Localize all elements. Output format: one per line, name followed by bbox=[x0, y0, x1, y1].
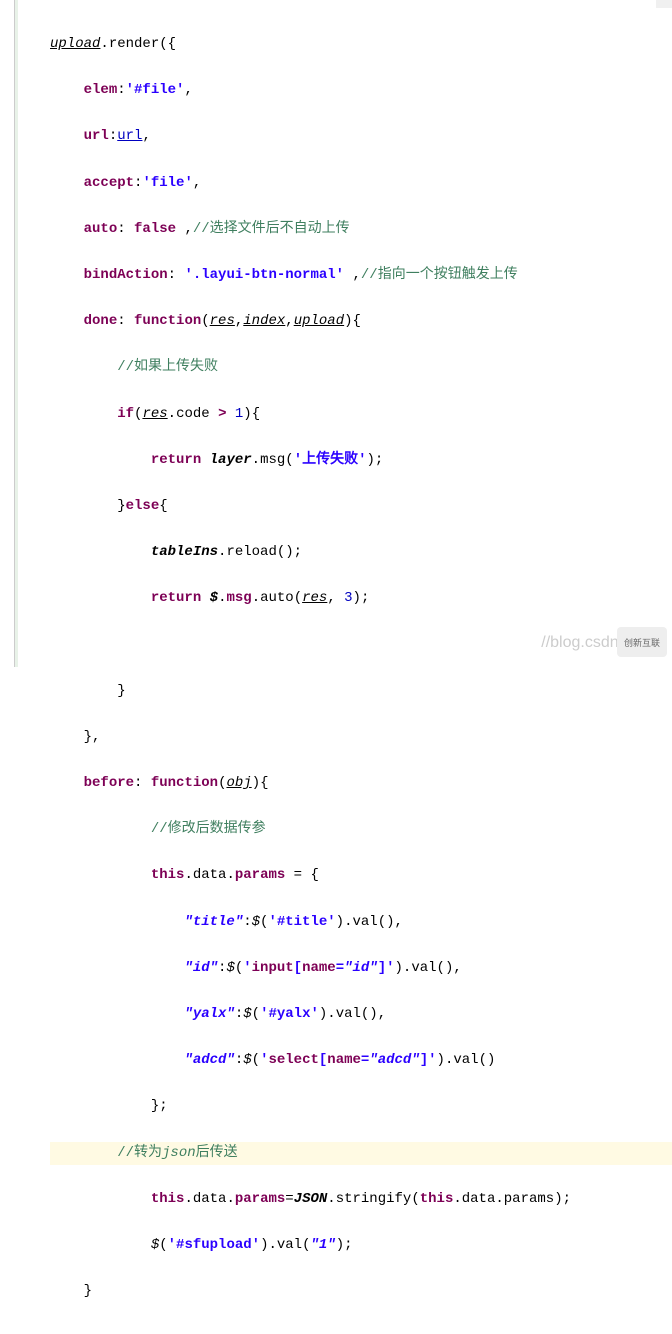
code-line: done: function(res,index,upload){ bbox=[50, 310, 672, 333]
code-line: bindAction: '.layui-btn-normal' ,//指向一个按… bbox=[50, 264, 672, 287]
watermark-logo: 创新互联 bbox=[617, 627, 667, 657]
code-line: if(res.code > 1){ bbox=[50, 403, 672, 426]
code-line-highlighted: //转为json后传送 bbox=[50, 1142, 672, 1165]
code-line: }else{ bbox=[50, 495, 672, 518]
code-line: //修改后数据传参 bbox=[50, 818, 672, 841]
code-line: return layer.msg('上传失败'); bbox=[50, 449, 672, 472]
code-line: $('#sfupload').val("1"); bbox=[50, 1234, 672, 1257]
code-editor[interactable]: upload.render({ elem:'#file', url:url, a… bbox=[0, 0, 672, 1334]
code-line: "adcd":$('select[name="adcd"]').val() bbox=[50, 1049, 672, 1072]
code-line: url:url, bbox=[50, 125, 672, 148]
code-line: upload.render({ bbox=[50, 33, 672, 56]
code-line: this.data.params = { bbox=[50, 864, 672, 887]
code-line: } bbox=[50, 680, 672, 703]
code-line: }, bbox=[50, 726, 672, 749]
code-line: this.data.params=JSON.stringify(this.dat… bbox=[50, 1188, 672, 1211]
code-line: return $.msg.auto(res, 3); bbox=[50, 587, 672, 610]
code-line: tableIns.reload(); bbox=[50, 541, 672, 564]
code-line: } bbox=[50, 1280, 672, 1303]
code-line: before: function(obj){ bbox=[50, 772, 672, 795]
code-line: "yalx":$('#yalx').val(), bbox=[50, 1003, 672, 1026]
code-line: "id":$('input[name="id"]').val(), bbox=[50, 957, 672, 980]
code-line: }; bbox=[50, 1095, 672, 1118]
code-line: //如果上传失败 bbox=[50, 356, 672, 379]
code-line: accept:'file', bbox=[50, 172, 672, 195]
code-line: auto: false ,//选择文件后不自动上传 bbox=[50, 218, 672, 241]
code-line: elem:'#file', bbox=[50, 79, 672, 102]
code-line: "title":$('#title').val(), bbox=[50, 911, 672, 934]
